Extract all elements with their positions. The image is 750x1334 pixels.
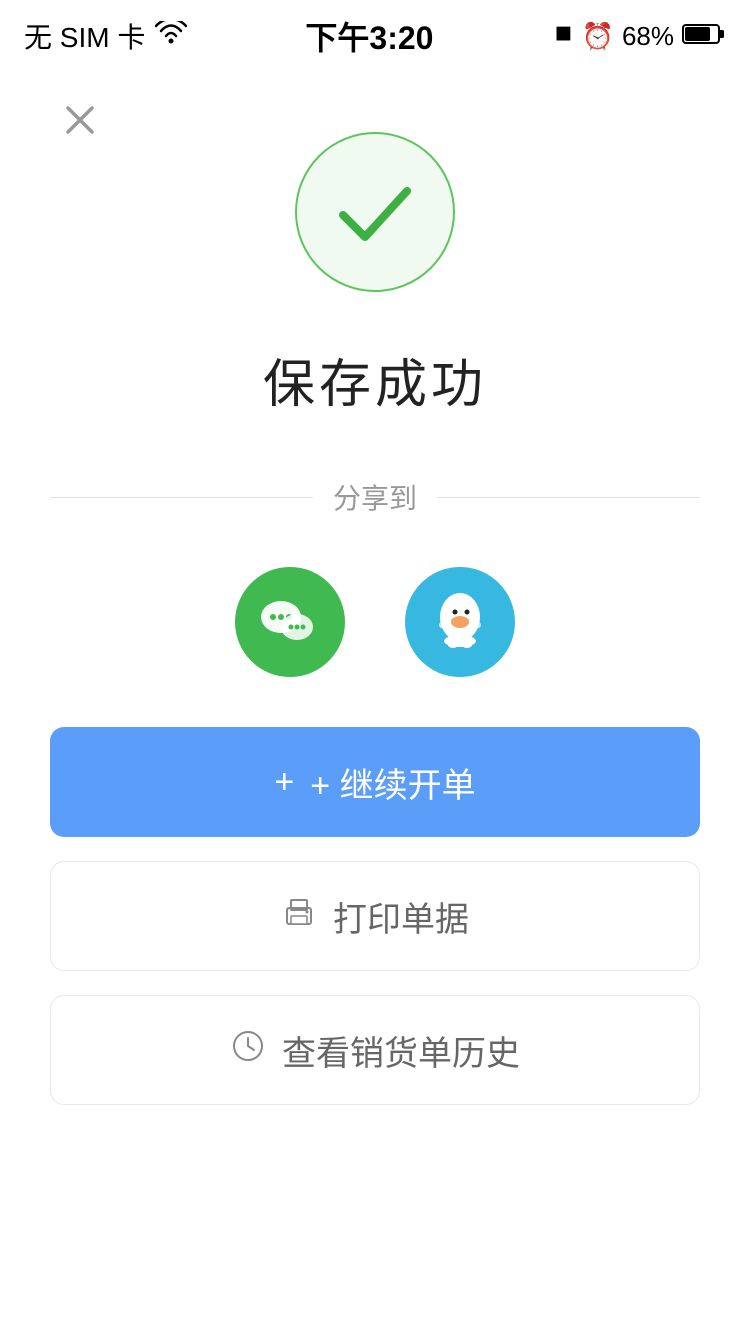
wifi-icon [155, 20, 187, 52]
main-content: 保存成功 分享到 [0, 72, 750, 1105]
status-time: 下午3:20 [305, 13, 433, 59]
battery-icon [682, 21, 726, 52]
print-icon [281, 894, 317, 939]
history-label: 查看销货单历史 [282, 1026, 520, 1075]
continue-button[interactable]: + + 继续开单 [50, 727, 700, 837]
location-icon [552, 21, 574, 52]
share-divider: 分享到 [50, 477, 700, 517]
print-button[interactable]: 打印单据 [50, 861, 700, 971]
no-sim-text: 无 SIM 卡 [24, 16, 145, 56]
history-icon [230, 1028, 266, 1073]
close-button[interactable] [50, 90, 110, 150]
continue-icon: + [274, 763, 294, 802]
history-button[interactable]: 查看销货单历史 [50, 995, 700, 1105]
share-icons [50, 567, 700, 677]
qq-share-button[interactable] [405, 567, 515, 677]
action-buttons: + + 继续开单 打印单据 查看销货单历 [0, 727, 750, 1105]
status-left: 无 SIM 卡 [24, 16, 187, 56]
battery-percent: 68% [622, 21, 674, 52]
success-title: 保存成功 [263, 342, 487, 417]
wechat-share-button[interactable] [235, 567, 345, 677]
print-label: 打印单据 [333, 892, 469, 941]
status-bar: 无 SIM 卡 下午3:20 ⏰ 68% [0, 0, 750, 72]
status-right: ⏰ 68% [552, 21, 726, 52]
alarm-icon: ⏰ [582, 21, 614, 52]
continue-label: + 继续开单 [310, 758, 475, 807]
share-section: 分享到 [0, 477, 750, 677]
success-circle [295, 132, 455, 292]
share-label: 分享到 [333, 477, 417, 517]
